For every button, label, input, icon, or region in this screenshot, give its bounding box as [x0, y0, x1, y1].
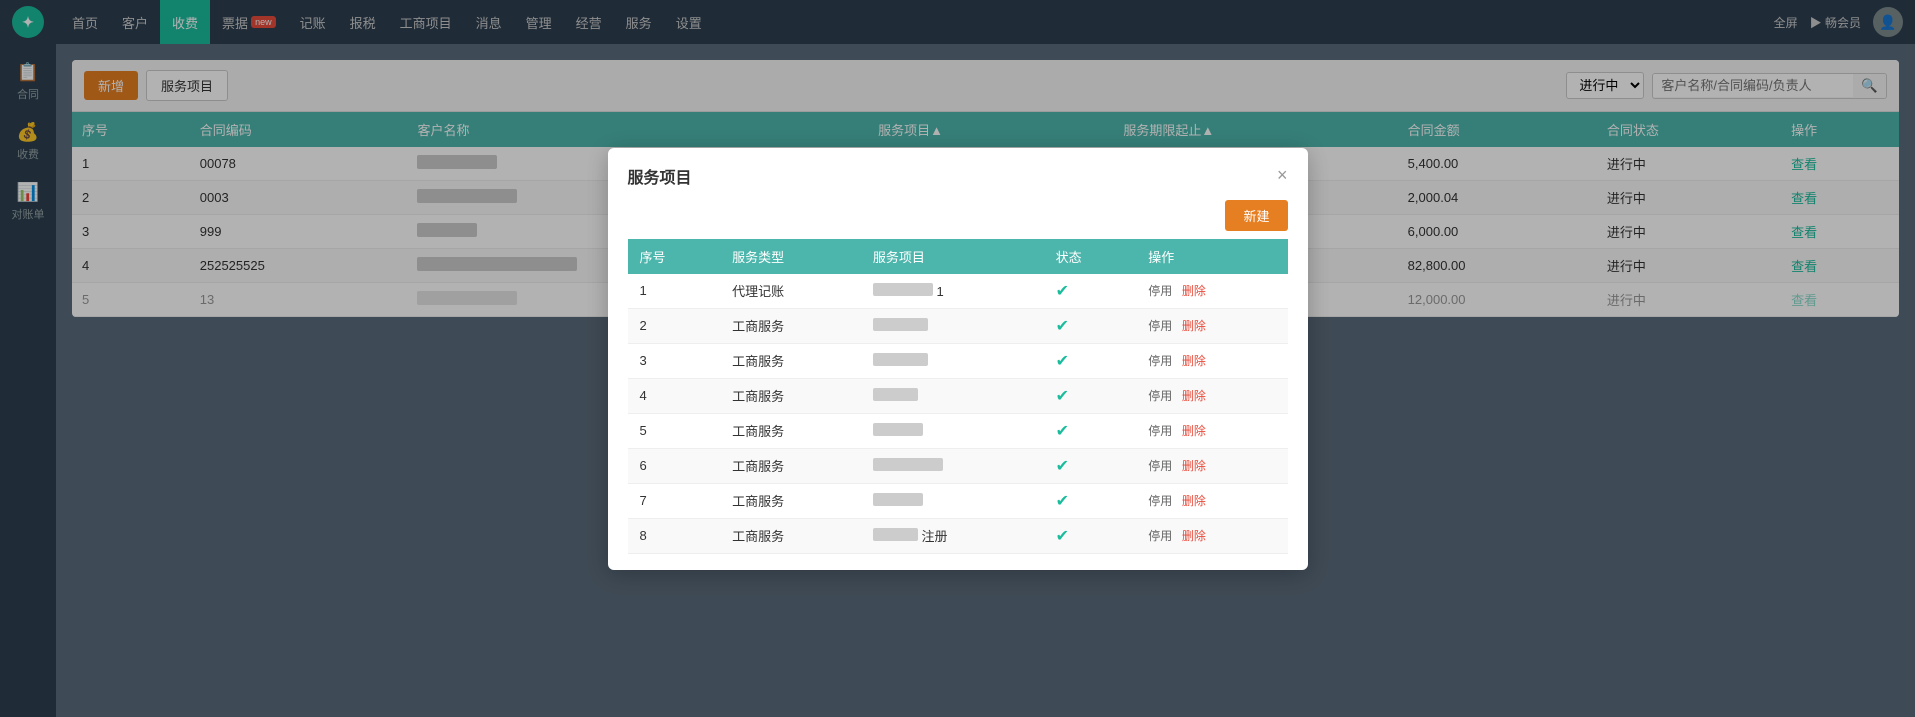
content-area: 新增 服务项目 全部 进行中 已终止 🔍 序号 合同编码: [56, 44, 1915, 717]
stop-button[interactable]: 停用: [1148, 389, 1172, 403]
modal-cell-type: 工商服务: [720, 518, 861, 553]
modal-cell-type: 工商服务: [720, 343, 861, 378]
modal-cell-item: [861, 448, 1044, 483]
modal-cell-seq: 2: [628, 308, 721, 343]
stop-button[interactable]: 停用: [1148, 354, 1172, 368]
modal-cell-type: 工商服务: [720, 413, 861, 448]
modal-cell-status: ✔: [1044, 518, 1137, 553]
modal-cell-type: 工商服务: [720, 483, 861, 518]
modal-col-action: 操作: [1136, 239, 1287, 274]
delete-button[interactable]: 删除: [1182, 319, 1206, 333]
modal-table-row: 7 工商服务 ✔ 停用 删除: [628, 483, 1288, 518]
modal-cell-type: 工商服务: [720, 308, 861, 343]
main-layout: 📋 合同 💰 收费 📊 对账单 新增 服务项目 全部 进行中 已终止: [0, 44, 1915, 717]
delete-button[interactable]: 删除: [1182, 529, 1206, 543]
modal-cell-action: 停用 删除: [1136, 413, 1287, 448]
delete-button[interactable]: 删除: [1182, 459, 1206, 473]
modal-cell-type: 代理记账: [720, 274, 861, 309]
modal-table-wrap: 序号 服务类型 服务项目 状态 操作 1 代理记账 1: [608, 239, 1308, 570]
modal-cell-status: ✔: [1044, 274, 1137, 309]
modal-cell-status: ✔: [1044, 378, 1137, 413]
stop-button[interactable]: 停用: [1148, 319, 1172, 333]
modal-cell-seq: 7: [628, 483, 721, 518]
modal-cell-seq: 8: [628, 518, 721, 553]
modal-cell-status: ✔: [1044, 413, 1137, 448]
modal-cell-action: 停用 删除: [1136, 378, 1287, 413]
modal-cell-action: 停用 删除: [1136, 483, 1287, 518]
modal-header: 服务项目 ×: [608, 148, 1308, 196]
delete-button[interactable]: 删除: [1182, 354, 1206, 368]
modal-cell-item: [861, 343, 1044, 378]
modal-toolbar: 新建: [608, 196, 1308, 239]
modal-table: 序号 服务类型 服务项目 状态 操作 1 代理记账 1: [628, 239, 1288, 554]
modal-col-seq: 序号: [628, 239, 721, 274]
modal-close-button[interactable]: ×: [1277, 165, 1288, 186]
modal-table-row: 4 工商服务 ✔ 停用 删除: [628, 378, 1288, 413]
modal-table-row: 3 工商服务 ✔ 停用 删除: [628, 343, 1288, 378]
modal-cell-seq: 3: [628, 343, 721, 378]
modal-cell-action: 停用 删除: [1136, 448, 1287, 483]
modal-cell-item: [861, 378, 1044, 413]
modal-title: 服务项目: [628, 164, 692, 188]
modal-cell-status: ✔: [1044, 308, 1137, 343]
modal-cell-action: 停用 删除: [1136, 518, 1287, 553]
modal-cell-seq: 4: [628, 378, 721, 413]
stop-button[interactable]: 停用: [1148, 529, 1172, 543]
modal-cell-status: ✔: [1044, 448, 1137, 483]
modal-cell-item: 1: [861, 274, 1044, 309]
modal-col-status: 状态: [1044, 239, 1137, 274]
delete-button[interactable]: 删除: [1182, 494, 1206, 508]
modal-col-item: 服务项目: [861, 239, 1044, 274]
modal-cell-action: 停用 删除: [1136, 308, 1287, 343]
delete-button[interactable]: 删除: [1182, 389, 1206, 403]
stop-button[interactable]: 停用: [1148, 459, 1172, 473]
modal-cell-action: 停用 删除: [1136, 343, 1287, 378]
modal-cell-item: [861, 308, 1044, 343]
delete-button[interactable]: 删除: [1182, 424, 1206, 438]
stop-button[interactable]: 停用: [1148, 284, 1172, 298]
modal-cell-status: ✔: [1044, 483, 1137, 518]
stop-button[interactable]: 停用: [1148, 424, 1172, 438]
modal-table-row: 1 代理记账 1 ✔ 停用 删除: [628, 274, 1288, 309]
delete-button[interactable]: 删除: [1182, 284, 1206, 298]
modal-new-button[interactable]: 新建: [1225, 200, 1287, 231]
modal-cell-type: 工商服务: [720, 448, 861, 483]
modal-overlay: 服务项目 × 新建 序号 服务类型 服务项目 状态: [56, 44, 1915, 717]
modal-cell-seq: 5: [628, 413, 721, 448]
modal-cell-action: 停用 删除: [1136, 274, 1287, 309]
modal-table-row: 2 工商服务 ✔ 停用 删除: [628, 308, 1288, 343]
modal-cell-status: ✔: [1044, 343, 1137, 378]
modal-table-row: 8 工商服务 注册 ✔ 停用 删除: [628, 518, 1288, 553]
modal-cell-item: 注册: [861, 518, 1044, 553]
modal-cell-item: [861, 483, 1044, 518]
modal-cell-type: 工商服务: [720, 378, 861, 413]
modal-col-type: 服务类型: [720, 239, 861, 274]
service-modal: 服务项目 × 新建 序号 服务类型 服务项目 状态: [608, 148, 1308, 570]
modal-table-row: 5 工商服务 ✔ 停用 删除: [628, 413, 1288, 448]
modal-cell-seq: 1: [628, 274, 721, 309]
modal-table-row: 6 工商服务 ✔ 停用 删除: [628, 448, 1288, 483]
stop-button[interactable]: 停用: [1148, 494, 1172, 508]
modal-cell-item: [861, 413, 1044, 448]
modal-cell-seq: 6: [628, 448, 721, 483]
